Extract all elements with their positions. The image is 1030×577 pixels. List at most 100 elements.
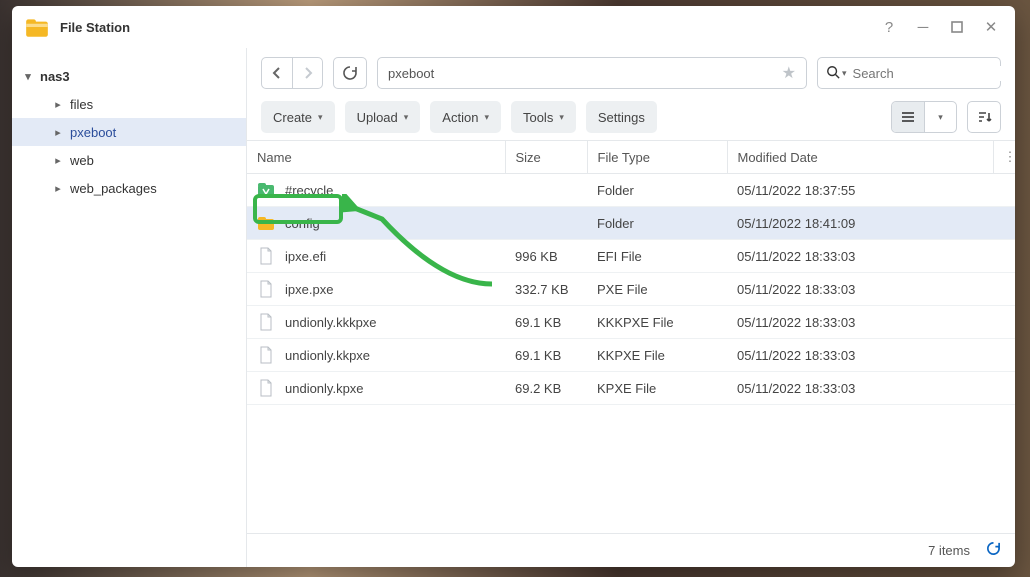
column-header-type[interactable]: File Type [587,141,727,174]
file-type: Folder [587,207,727,240]
table-row[interactable]: config Folder05/11/2022 18:41:09 [247,207,1015,240]
settings-button[interactable]: Settings [586,101,657,133]
sidebar: ▾ nas3 ▸ files ▸ pxeboot ▸ web ▸ web_pac… [12,48,247,567]
caret-down-icon: ▾ [404,112,409,123]
sidebar-item-web[interactable]: ▸ web [12,146,246,174]
file-type: Folder [587,174,727,207]
file-icon [257,280,275,298]
sidebar-item-label: files [70,97,93,112]
minimize-button[interactable]: ─ [911,15,935,39]
main-panel: pxeboot ★ ▾ Create▾ Upload▾ Action▾ Tool… [247,48,1015,567]
view-switcher: ▾ [891,101,957,133]
sidebar-item-label: pxeboot [70,125,116,140]
file-name: undionly.kpxe [285,381,364,396]
column-header-modified[interactable]: Modified Date [727,141,993,174]
search-options-caret[interactable]: ▾ [842,68,847,79]
file-icon [257,247,275,265]
app-window: File Station ? ─ ✕ ▾ nas3 ▸ files ▸ pxeb… [12,6,1015,567]
caret-down-icon: ▾ [318,112,323,123]
status-refresh-button[interactable] [986,541,1001,560]
column-header-name[interactable]: Name [247,141,505,174]
file-icon [257,346,275,364]
app-title: File Station [60,20,130,35]
table-row[interactable]: undionly.kpxe 69.2 KBKPXE File05/11/2022 … [247,372,1015,405]
help-button[interactable]: ? [877,15,901,39]
file-type: KKKPXE File [587,306,727,339]
file-name: undionly.kkkpxe [285,315,377,330]
back-button[interactable] [262,58,292,88]
create-button[interactable]: Create▾ [261,101,335,133]
file-type: EFI File [587,240,727,273]
list-view-button[interactable] [892,102,924,132]
chevron-down-icon: ▾ [22,70,34,83]
chevron-right-icon: ▸ [52,126,64,139]
forward-button[interactable] [292,58,322,88]
item-count: 7 items [928,543,970,558]
caret-down-icon: ▾ [484,112,489,123]
table-row[interactable]: undionly.kkkpxe 69.1 KBKKKPXE File05/11/2… [247,306,1015,339]
file-name: ipxe.efi [285,249,326,264]
table-row[interactable]: #recycle Folder05/11/2022 18:37:55 [247,174,1015,207]
sidebar-item-label: web_packages [70,181,157,196]
folder-icon [257,214,275,232]
file-modified: 05/11/2022 18:37:55 [727,174,993,207]
file-size: 69.2 KB [505,372,587,405]
table-row[interactable]: undionly.kkpxe 69.1 KBKKPXE File05/11/202… [247,339,1015,372]
file-name: #recycle [285,183,333,198]
nav-toolbar: pxeboot ★ ▾ [247,48,1015,98]
refresh-button[interactable] [333,57,367,89]
status-bar: 7 items [247,533,1015,567]
search-box[interactable]: ▾ [817,57,1001,89]
path-text: pxeboot [388,66,782,81]
file-size: 69.1 KB [505,339,587,372]
file-size: 69.1 KB [505,306,587,339]
tree-root-label: nas3 [40,69,70,84]
view-options-button[interactable]: ▾ [924,102,956,132]
sidebar-item-files[interactable]: ▸ files [12,90,246,118]
column-options-button[interactable]: ⋮ [993,141,1015,174]
action-toolbar: Create▾ Upload▾ Action▾ Tools▾ Settings … [247,98,1015,140]
file-type: KKPXE File [587,339,727,372]
file-name: config [285,216,320,231]
sidebar-item-web-packages[interactable]: ▸ web_packages [12,174,246,202]
table-row[interactable]: ipxe.efi 996 KBEFI File05/11/2022 18:33:0… [247,240,1015,273]
search-icon [826,65,840,82]
recycle-folder-icon [257,181,275,199]
sidebar-item-pxeboot[interactable]: ▸ pxeboot [12,118,246,146]
favorite-icon[interactable]: ★ [782,63,796,83]
column-header-size[interactable]: Size [505,141,587,174]
column-header-row: Name Size File Type Modified Date ⋮ [247,141,1015,174]
nav-back-forward [261,57,323,89]
chevron-right-icon: ▸ [52,98,64,111]
sort-button[interactable] [967,101,1001,133]
titlebar: File Station ? ─ ✕ [12,6,1015,48]
file-name: undionly.kkpxe [285,348,370,363]
table-row[interactable]: ipxe.pxe332.7 KBPXE File05/11/2022 18:33… [247,273,1015,306]
sidebar-item-label: web [70,153,94,168]
maximize-button[interactable] [945,15,969,39]
file-icon [257,313,275,331]
action-button[interactable]: Action▾ [430,101,501,133]
file-modified: 05/11/2022 18:33:03 [727,339,993,372]
upload-button[interactable]: Upload▾ [345,101,421,133]
close-button[interactable]: ✕ [979,15,1003,39]
search-input[interactable] [853,66,1015,81]
file-type: KPXE File [587,372,727,405]
file-modified: 05/11/2022 18:33:03 [727,372,993,405]
file-size: 996 KB [505,240,587,273]
path-input[interactable]: pxeboot ★ [377,57,807,89]
file-type: PXE File [587,273,727,306]
file-modified: 05/11/2022 18:33:03 [727,240,993,273]
file-size [505,207,587,240]
tree-root[interactable]: ▾ nas3 [12,62,246,90]
file-modified: 05/11/2022 18:33:03 [727,306,993,339]
chevron-right-icon: ▸ [52,182,64,195]
caret-down-icon: ▾ [559,112,564,123]
file-size [505,174,587,207]
file-modified: 05/11/2022 18:41:09 [727,207,993,240]
tools-button[interactable]: Tools▾ [511,101,576,133]
file-grid: Name Size File Type Modified Date ⋮ #rec… [247,140,1015,533]
file-size: 332.7 KB [505,273,587,306]
app-icon [24,14,50,40]
file-modified: 05/11/2022 18:33:03 [727,273,993,306]
